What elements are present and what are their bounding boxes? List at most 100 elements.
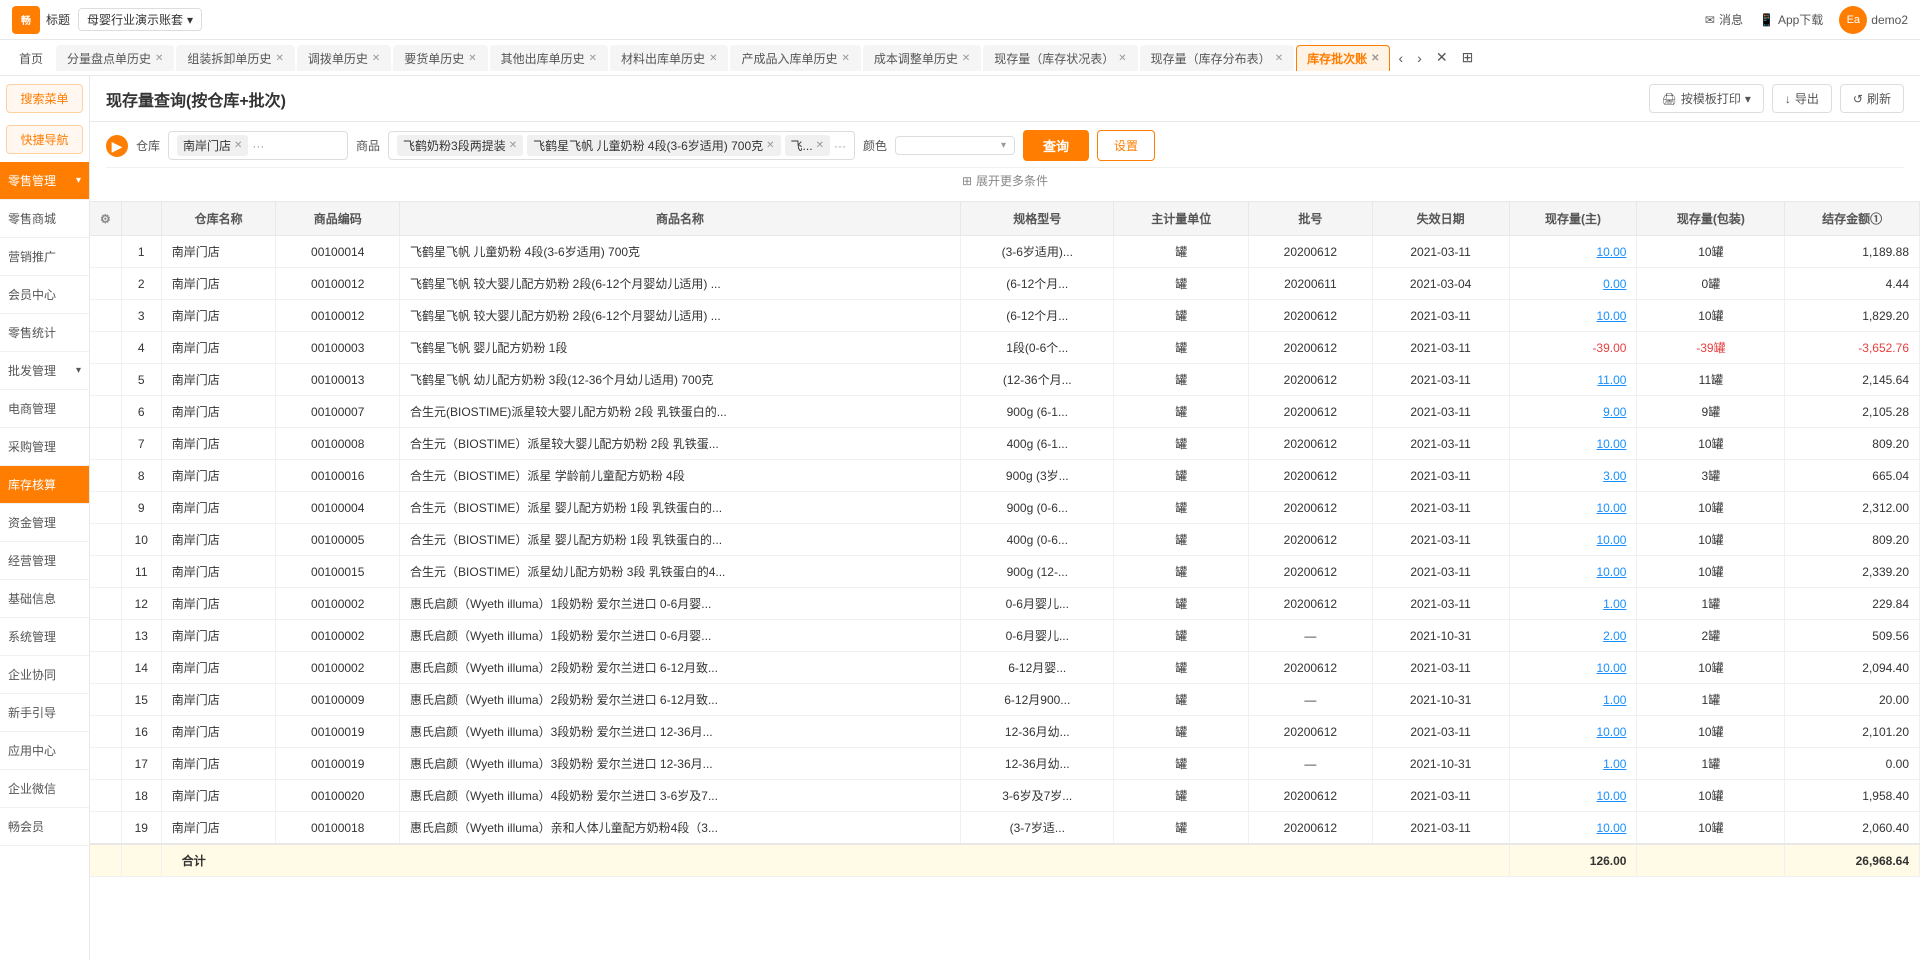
td-stock-main[interactable]: 1.00 — [1509, 748, 1637, 780]
td-stock-main[interactable]: 10.00 — [1509, 812, 1637, 845]
td-code: 00100013 — [276, 364, 400, 396]
tab-material-out-history[interactable]: 材料出库单历史 ✕ — [610, 45, 728, 71]
account-selector[interactable]: 母婴行业演示账套 ▾ — [78, 8, 202, 31]
tab-nav-next[interactable]: › — [1411, 48, 1428, 68]
th-settings[interactable]: ⚙ — [90, 202, 121, 236]
tab-pick-history[interactable]: 调拨单历史 ✕ — [297, 45, 391, 71]
tab-close-icon[interactable]: ✕ — [275, 53, 283, 64]
inventory-table: ⚙ 仓库名称 商品编码 商品名称 规格型号 主计量单位 批号 失效日期 现存量(… — [90, 202, 1920, 877]
td-stock-main[interactable]: 10.00 — [1509, 652, 1637, 684]
sidebar-item-member[interactable]: 会员中心 — [0, 276, 89, 314]
td-stock-main[interactable]: 9.00 — [1509, 396, 1637, 428]
td-stock-main[interactable]: 10.00 — [1509, 556, 1637, 588]
td-stock-main[interactable]: 3.00 — [1509, 460, 1637, 492]
tab-close-icon[interactable]: ✕ — [468, 53, 476, 64]
product-filter[interactable]: 飞鹤奶粉3段两提装 ✕ 飞鹤星飞帆 儿童奶粉 4段(3-6岁适用) 700克 ✕… — [388, 131, 855, 160]
sidebar-item-retail-stats[interactable]: 零售统计 — [0, 314, 89, 352]
td-stock-main[interactable]: 10.00 — [1509, 780, 1637, 812]
app-download-btn[interactable]: 📱 App下载 — [1759, 11, 1823, 28]
sidebar-item-system[interactable]: 系统管理 — [0, 618, 89, 656]
sidebar-item-retail[interactable]: 零售管理 ▾ — [0, 162, 89, 200]
tab-batch-ledger[interactable]: 库存批次账 ✕ — [1296, 45, 1390, 71]
sidebar-item-operations[interactable]: 经营管理 — [0, 542, 89, 580]
warehouse-tag-close-icon[interactable]: ✕ — [234, 140, 242, 151]
tab-nav-close-all[interactable]: ✕ — [1430, 47, 1454, 68]
td-stock-main[interactable]: 0.00 — [1509, 268, 1637, 300]
tab-split-history[interactable]: 分量盘点单历史 ✕ — [56, 45, 174, 71]
tab-other-out-history[interactable]: 其他出库单历史 ✕ — [490, 45, 608, 71]
td-stock-main[interactable]: 11.00 — [1509, 364, 1637, 396]
td-stock-main[interactable]: 10.00 — [1509, 492, 1637, 524]
tab-nav-expand[interactable]: ⊞ — [1456, 47, 1480, 68]
user-area[interactable]: Ea demo2 — [1839, 6, 1908, 34]
warehouse-filter[interactable]: 南岸门店 ✕ ··· — [168, 131, 348, 160]
logo-area: 畅 标题 — [12, 6, 70, 34]
td-stock-main[interactable]: 2.00 — [1509, 620, 1637, 652]
td-stock-main[interactable]: 1.00 — [1509, 588, 1637, 620]
sidebar-item-basic[interactable]: 基础信息 — [0, 580, 89, 618]
filter-area: ▶ 仓库 南岸门店 ✕ ··· 商品 飞鹤奶粉3段两提装 ✕ — [90, 122, 1920, 202]
sidebar-item-app-center[interactable]: 应用中心 — [0, 732, 89, 770]
sidebar-item-inventory-label: 库存核算 — [8, 476, 56, 493]
tab-close-icon[interactable]: ✕ — [841, 53, 849, 64]
product-more[interactable]: ··· — [834, 139, 846, 153]
sidebar-item-enterprise[interactable]: 企业协同 — [0, 656, 89, 694]
color-filter[interactable]: ▾ — [895, 136, 1015, 155]
tab-other-out-label: 其他出库单历史 — [501, 50, 585, 67]
sidebar-item-retail-shop[interactable]: 零售商城 — [0, 200, 89, 238]
td-stock-main[interactable]: 10.00 — [1509, 236, 1637, 268]
td-warehouse: 南岸门店 — [161, 460, 276, 492]
expand-filter-btn[interactable]: ▶ — [106, 135, 128, 157]
print-btn[interactable]: 🖨 按模板打印 ▾ — [1649, 84, 1764, 113]
quick-nav-btn[interactable]: 快捷导航 — [6, 125, 83, 154]
td-stock-main[interactable]: 10.00 — [1509, 428, 1637, 460]
tab-close-icon[interactable]: ✕ — [1118, 53, 1126, 64]
td-stock-main[interactable]: -39.00 — [1509, 332, 1637, 364]
product-tag-close-icon3[interactable]: ✕ — [816, 140, 824, 151]
td-total-balance: 26,968.64 — [1785, 844, 1920, 877]
expand-more-btn[interactable]: ⊞ 展开更多条件 — [106, 167, 1904, 193]
product-tag-close-icon1[interactable]: ✕ — [509, 140, 517, 151]
table-container[interactable]: ⚙ 仓库名称 商品编码 商品名称 规格型号 主计量单位 批号 失效日期 现存量(… — [90, 202, 1920, 960]
tab-close-active-icon[interactable]: ✕ — [1371, 53, 1379, 64]
tab-product-in-history[interactable]: 产成品入库单历史 ✕ — [730, 45, 860, 71]
tab-close-icon[interactable]: ✕ — [155, 53, 163, 64]
tab-close-icon[interactable]: ✕ — [962, 53, 970, 64]
product-tag-close-icon2[interactable]: ✕ — [766, 140, 774, 151]
tab-close-icon[interactable]: ✕ — [709, 53, 717, 64]
tab-close-icon[interactable]: ✕ — [589, 53, 597, 64]
color-dropdown-icon[interactable]: ▾ — [1001, 140, 1006, 151]
sidebar-item-inventory[interactable]: 库存核算 — [0, 466, 89, 504]
query-btn[interactable]: 查询 — [1023, 130, 1089, 161]
sidebar-item-wholesale[interactable]: 批发管理 ▾ — [0, 352, 89, 390]
warehouse-more[interactable]: ··· — [252, 139, 264, 153]
sidebar-item-ecommerce[interactable]: 电商管理 — [0, 390, 89, 428]
search-menu-btn[interactable]: 搜索菜单 — [6, 84, 83, 113]
sidebar-item-enterprise-wechat[interactable]: 企业微信 — [0, 770, 89, 808]
sidebar-item-guide[interactable]: 新手引导 — [0, 694, 89, 732]
tab-disassemble-history[interactable]: 组装拆卸单历史 ✕ — [176, 45, 294, 71]
sidebar-item-basic-label: 基础信息 — [8, 590, 56, 607]
message-btn[interactable]: ✉ 消息 — [1705, 11, 1743, 28]
refresh-btn[interactable]: ↺ 刷新 — [1840, 84, 1904, 113]
td-stock-main[interactable]: 10.00 — [1509, 524, 1637, 556]
sidebar-item-member2[interactable]: 畅会员 — [0, 808, 89, 846]
td-stock-main[interactable]: 10.00 — [1509, 300, 1637, 332]
tab-borrow-history[interactable]: 要货单历史 ✕ — [393, 45, 487, 71]
tab-close-icon[interactable]: ✕ — [1275, 53, 1283, 64]
tab-close-icon[interactable]: ✕ — [372, 53, 380, 64]
tab-home[interactable]: 首页 — [8, 45, 54, 71]
td-batch: 20200612 — [1249, 428, 1373, 460]
tab-nav-prev[interactable]: ‹ — [1392, 48, 1409, 68]
sidebar-item-purchase[interactable]: 采购管理 — [0, 428, 89, 466]
td-name: 合生元（BIOSTIME）派星幼儿配方奶粉 3段 乳铁蛋白的4... — [400, 556, 961, 588]
tab-stock-dist[interactable]: 现存量（库存分布表） ✕ — [1140, 45, 1294, 71]
sidebar-item-marketing[interactable]: 营销推广 — [0, 238, 89, 276]
export-btn[interactable]: ↓ 导出 — [1772, 84, 1832, 113]
settings-btn[interactable]: 设置 — [1097, 130, 1155, 161]
td-stock-main[interactable]: 1.00 — [1509, 684, 1637, 716]
tab-stock-status[interactable]: 现存量（库存状况表） ✕ — [983, 45, 1137, 71]
td-stock-main[interactable]: 10.00 — [1509, 716, 1637, 748]
sidebar-item-finance[interactable]: 资金管理 — [0, 504, 89, 542]
tab-cost-adjust-history[interactable]: 成本调整单历史 ✕ — [863, 45, 981, 71]
